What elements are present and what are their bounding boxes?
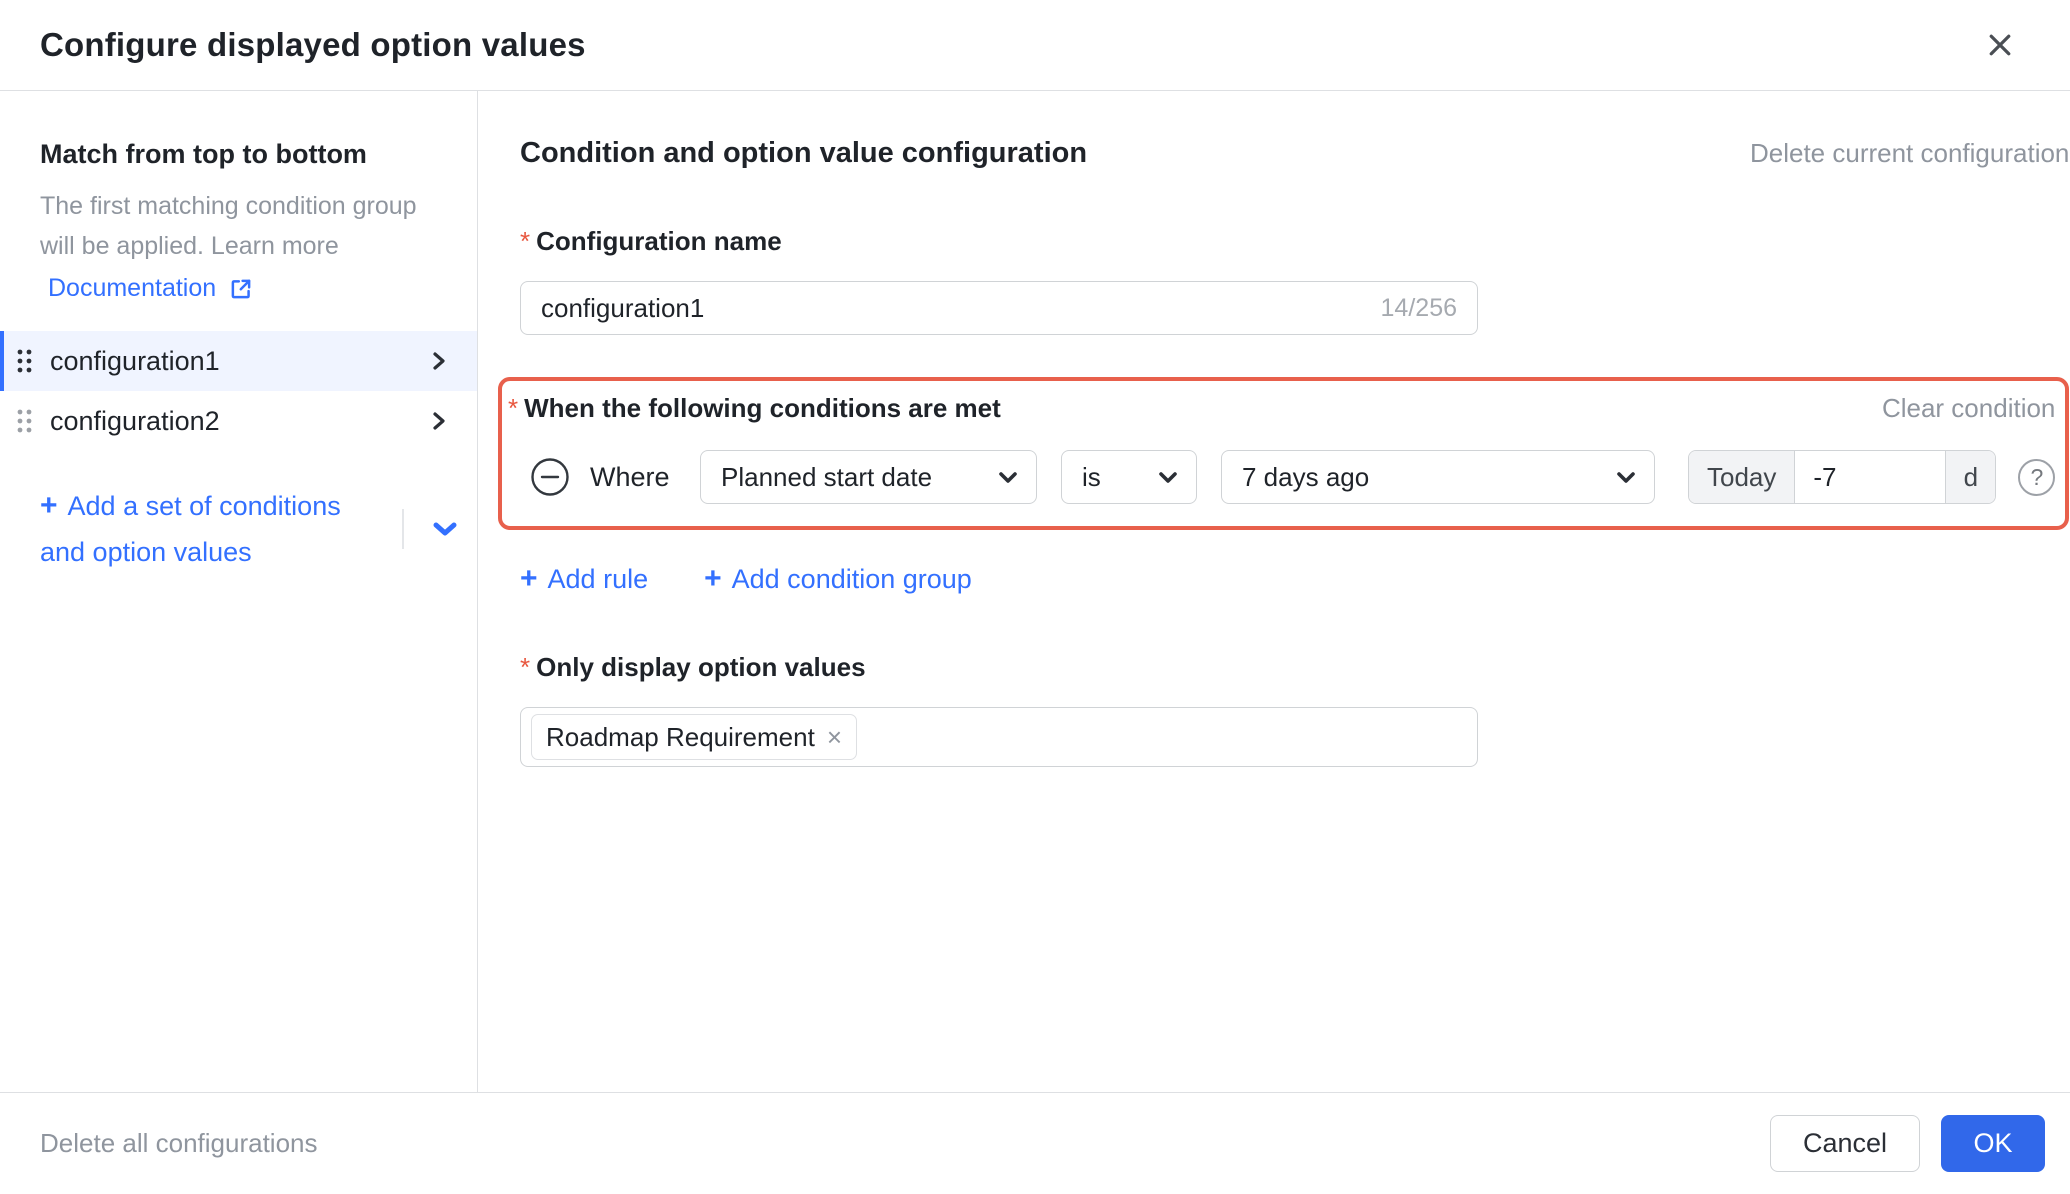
configuration-name-value: configuration1 [541, 292, 705, 323]
configuration-name-input[interactable]: configuration1 14/256 [520, 281, 1478, 335]
sidebar-heading: Match from top to bottom [40, 139, 367, 169]
panel-header: Condition and option value configuration… [520, 137, 2069, 170]
condition-rule-row: Where Planned start date is 7 days ago T… [530, 450, 2056, 504]
delete-all-configurations-button[interactable]: Delete all configurations [40, 1128, 318, 1159]
vertical-divider [402, 509, 404, 549]
add-condition-group-button[interactable]: + Add condition group [704, 562, 972, 596]
configurations-sidebar: Match from top to bottom The first match… [0, 91, 478, 1092]
date-offset-group: Today -7 d [1688, 450, 1997, 504]
remove-rule-button[interactable] [530, 457, 570, 497]
date-unit-label: d [1945, 451, 1996, 503]
dialog-footer: Delete all configurations Cancel OK [0, 1092, 2070, 1194]
add-rule-button[interactable]: + Add rule [520, 562, 648, 596]
close-icon [1989, 34, 2011, 56]
clear-condition-button[interactable]: Clear condition [1882, 393, 2055, 424]
documentation-link[interactable]: Documentation [48, 274, 254, 303]
configuration-list-item-2[interactable]: configuration2 [0, 391, 477, 451]
conditions-header: * When the following conditions are met … [508, 393, 2055, 424]
required-marker: * [508, 393, 519, 423]
configuration-name-field: * Configuration name configuration1 14/2… [520, 226, 2069, 335]
configuration-name-label: * Configuration name [520, 226, 782, 256]
option-values-label: * Only display option values [520, 652, 866, 682]
configuration-list: configuration1 configuration2 [0, 331, 477, 451]
close-button[interactable] [1978, 23, 2022, 67]
conditions-label: * When the following conditions are met [508, 393, 1001, 423]
condition-value-select[interactable]: 7 days ago [1221, 450, 1655, 504]
chevron-down-icon [1158, 471, 1178, 484]
chevron-down-icon [433, 522, 457, 536]
documentation-link-label: Documentation [48, 274, 217, 302]
option-values-field: * Only display option values Roadmap Req… [520, 652, 2069, 767]
configure-displayed-option-values-dialog: Configure displayed option values Match … [0, 0, 2070, 1194]
character-counter: 14/256 [1380, 293, 1457, 322]
dialog-title: Configure displayed option values [40, 26, 586, 63]
panel-heading: Condition and option value configuration [520, 137, 1088, 169]
add-set-of-conditions-button[interactable]: + Add a set of conditions and option valu… [40, 483, 390, 575]
help-icon[interactable]: ? [2018, 458, 2056, 496]
configuration-panel: Condition and option value configuration… [478, 91, 2070, 1092]
plus-icon: + [520, 562, 538, 595]
chevron-down-icon [1616, 471, 1636, 484]
footer-buttons: Cancel OK [1770, 1115, 2045, 1172]
condition-actions: + Add rule + Add condition group [520, 562, 2069, 596]
drag-handle-icon[interactable] [16, 407, 36, 435]
configuration-item-label: configuration2 [50, 405, 220, 436]
plus-icon: + [40, 489, 58, 522]
chevron-down-icon [998, 471, 1018, 484]
external-link-icon [231, 279, 251, 298]
ok-button[interactable]: OK [1941, 1115, 2045, 1172]
chevron-right-icon [431, 349, 447, 373]
drag-handle-icon[interactable] [16, 347, 36, 375]
condition-operator-value: is [1082, 461, 1101, 492]
where-label: Where [590, 461, 670, 492]
configuration-list-item-1[interactable]: configuration1 [0, 331, 477, 391]
option-value-tag-label: Roadmap Requirement [546, 721, 815, 752]
plus-icon: + [704, 562, 722, 595]
condition-field-select[interactable]: Planned start date [700, 450, 1037, 504]
date-offset-input[interactable]: -7 [1795, 451, 1946, 503]
dialog-header: Configure displayed option values [0, 0, 2070, 91]
add-set-row: + Add a set of conditions and option valu… [0, 483, 477, 575]
sidebar-intro: Match from top to bottom The first match… [0, 139, 477, 303]
conditions-section-highlighted: * When the following conditions are met … [498, 377, 2070, 530]
option-values-input[interactable]: Roadmap Requirement × [520, 707, 1478, 767]
configuration-item-label: configuration1 [50, 345, 220, 376]
expand-add-options-button[interactable] [432, 520, 458, 538]
required-marker: * [520, 226, 531, 256]
condition-operator-select[interactable]: is [1061, 450, 1197, 504]
add-set-label: Add a set of conditions and option value… [40, 491, 341, 567]
chevron-right-icon [431, 409, 447, 433]
remove-tag-icon[interactable]: × [827, 724, 842, 750]
condition-value: 7 days ago [1242, 461, 1370, 492]
date-base-label: Today [1689, 451, 1796, 503]
cancel-button[interactable]: Cancel [1770, 1115, 1920, 1172]
condition-field-value: Planned start date [721, 461, 933, 492]
sidebar-description: The first matching condition group will … [40, 192, 417, 260]
delete-current-configuration-button[interactable]: Delete current configuration [1750, 138, 2069, 169]
required-marker: * [520, 652, 531, 682]
option-value-tag: Roadmap Requirement × [531, 714, 857, 760]
dialog-body: Match from top to bottom The first match… [0, 91, 2070, 1092]
minus-circle-icon [531, 458, 569, 496]
